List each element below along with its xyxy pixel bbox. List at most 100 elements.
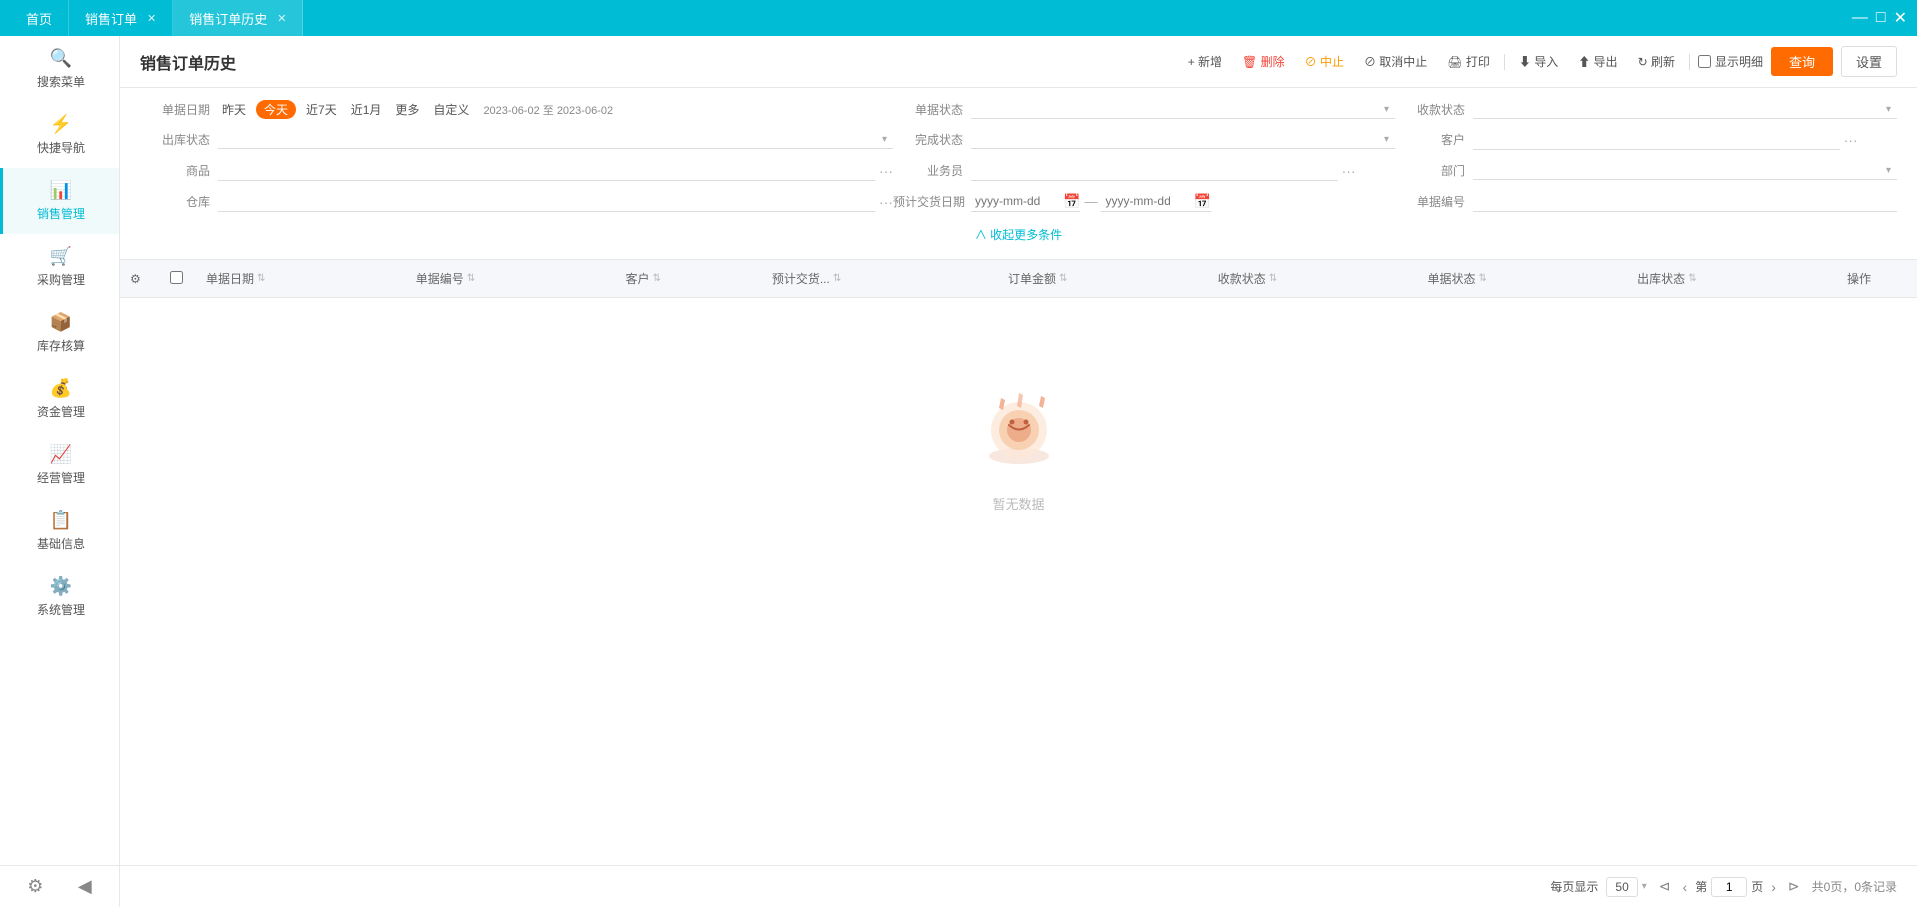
sidebar-item-purchase-mgmt[interactable]: 🛒 采购管理 — [0, 234, 119, 300]
th-date-label: 单据日期 — [206, 270, 254, 287]
purchase-mgmt-icon: 🛒 — [50, 246, 72, 267]
delivery-date-end-cal[interactable]: 📅 — [1193, 193, 1210, 210]
product-more-btn[interactable]: ··· — [879, 163, 893, 179]
th-number[interactable]: 单据编号⇅ — [406, 260, 616, 298]
salesperson-more-btn[interactable]: ··· — [1342, 163, 1356, 179]
th-amount[interactable]: 订单金额⇅ — [998, 260, 1208, 298]
next-page-btn[interactable]: › — [1767, 877, 1780, 897]
page-number-input[interactable] — [1711, 877, 1747, 897]
export-btn[interactable]: ⬆ 导出 — [1572, 51, 1623, 72]
select-all-checkbox[interactable] — [170, 271, 183, 284]
th-expected-delivery[interactable]: 预计交货...⇅ — [762, 260, 998, 298]
sidebar-item-search-menu[interactable]: 🔍 搜索菜单 — [0, 36, 119, 102]
toolbar: + 新增 🗑 删除 ⊘ 中止 ⊘ 取消中止 🖨 打印 ⬇ 导入 ⬆ 导出 ↻ 刷… — [1182, 46, 1897, 77]
date-tab-more[interactable]: 更多 — [391, 100, 423, 119]
delivery-date-start-cal[interactable]: 📅 — [1063, 193, 1080, 210]
sidebar-item-basic-info[interactable]: 📋 基础信息 — [0, 498, 119, 564]
new-btn[interactable]: + 新增 — [1182, 51, 1228, 72]
warehouse-label: 仓库 — [140, 193, 210, 210]
window-close-btn[interactable]: ✕ — [1894, 8, 1907, 28]
import-btn[interactable]: ⬇ 导入 — [1513, 51, 1564, 72]
warehouse-input[interactable] — [218, 191, 875, 212]
th-expected-delivery-sort: ⇅ — [833, 273, 841, 284]
filter-warehouse: 仓库 ··· — [140, 191, 893, 212]
tab-sales-order-history-close[interactable]: ✕ — [277, 12, 286, 25]
th-payment-status[interactable]: 收款状态⇅ — [1208, 260, 1418, 298]
th-shipment-status[interactable]: 出库状态⇅ — [1627, 260, 1837, 298]
warehouse-more-btn[interactable]: ··· — [879, 194, 893, 210]
inventory-icon: 📦 — [50, 312, 72, 333]
show-detail-checkbox[interactable]: 显示明细 — [1698, 53, 1763, 70]
th-date-sort: ⇅ — [257, 273, 265, 284]
show-detail-input[interactable] — [1698, 55, 1711, 68]
delivery-date-dash: — — [1084, 194, 1097, 209]
tab-sales-order[interactable]: 销售订单 ✕ — [69, 0, 173, 36]
payment-status-select[interactable]: ▾ — [1473, 101, 1897, 119]
collapse-bar[interactable]: ∧ 收起更多条件 — [140, 222, 1897, 247]
sidebar-item-quick-nav[interactable]: ⚡ 快捷导航 — [0, 102, 119, 168]
sidebar-item-sales-mgmt[interactable]: 📊 销售管理 — [0, 168, 119, 234]
completion-status-select[interactable]: ▾ — [971, 131, 1395, 149]
sidebar-item-operations[interactable]: 📈 经营管理 — [0, 432, 119, 498]
date-tab-7days[interactable]: 近7天 — [302, 100, 341, 119]
sidebar-collapse-btn[interactable]: ◀ — [78, 876, 92, 897]
th-checkbox[interactable] — [160, 260, 196, 298]
maximize-btn[interactable]: □ — [1876, 9, 1886, 27]
order-status-select[interactable]: ▾ — [971, 101, 1395, 119]
date-tab-today[interactable]: 今天 — [256, 100, 296, 119]
customer-more-btn[interactable]: ··· — [1844, 132, 1858, 148]
date-tab-yesterday[interactable]: 昨天 — [218, 100, 250, 119]
salesperson-input[interactable] — [971, 160, 1338, 181]
empty-state: 暂无数据 — [120, 298, 1917, 593]
divider2 — [1689, 54, 1690, 70]
delivery-date-start[interactable] — [971, 191, 1059, 211]
th-date[interactable]: 单据日期⇅ — [196, 260, 406, 298]
order-number-input[interactable] — [1473, 191, 1897, 212]
query-btn[interactable]: 查询 — [1771, 47, 1833, 76]
th-order-status[interactable]: 单据状态⇅ — [1417, 260, 1627, 298]
filter-delivery-date: 预计交货日期 📅 — 📅 — [893, 191, 1395, 212]
date-label: 单据日期 — [140, 101, 210, 118]
sidebar-item-inventory[interactable]: 📦 库存核算 — [0, 300, 119, 366]
page-title: 销售订单历史 — [140, 50, 236, 74]
minimize-btn[interactable]: — — [1852, 9, 1868, 27]
setting-btn[interactable]: 设置 — [1841, 46, 1897, 77]
department-select[interactable]: ▾ — [1473, 162, 1897, 180]
th-shipment-status-sort: ⇅ — [1688, 273, 1696, 284]
page-size-select[interactable]: 50 ▾ — [1606, 877, 1646, 897]
print-btn[interactable]: 🖨 打印 — [1441, 51, 1496, 72]
first-page-btn[interactable]: ⊲ — [1655, 876, 1675, 897]
show-detail-label: 显示明细 — [1715, 53, 1763, 70]
sidebar-item-finance[interactable]: 💰 资金管理 — [0, 366, 119, 432]
tab-sales-order-history[interactable]: 销售订单历史 ✕ — [173, 0, 303, 36]
th-settings[interactable]: ⚙ — [120, 260, 160, 298]
last-page-btn[interactable]: ⊳ — [1784, 876, 1804, 897]
sidebar-item-basic-info-label: 基础信息 — [37, 535, 85, 552]
search-menu-icon: 🔍 — [50, 48, 72, 69]
customer-input[interactable] — [1473, 129, 1840, 150]
tab-sales-order-close[interactable]: ✕ — [147, 12, 156, 25]
tab-sales-order-label: 销售订单 — [85, 9, 137, 28]
th-operations: 操作 — [1837, 260, 1917, 298]
date-tab-custom[interactable]: 自定义 — [429, 100, 473, 119]
filter-area: 单据日期 昨天 今天 近7天 近1月 更多 自定义 2023-06-02 至 2… — [120, 88, 1917, 260]
th-customer[interactable]: 客户⇅ — [615, 260, 761, 298]
filter-order-number: 单据编号 — [1395, 191, 1897, 212]
shipment-status-arrow: ▾ — [882, 134, 887, 145]
refresh-btn[interactable]: ↻ 刷新 — [1632, 51, 1681, 72]
shipment-status-select[interactable]: ▾ — [218, 131, 893, 149]
divider1 — [1504, 54, 1505, 70]
sidebar-item-system-mgmt[interactable]: ⚙️ 系统管理 — [0, 564, 119, 630]
filter-row-1: 单据日期 昨天 今天 近7天 近1月 更多 自定义 2023-06-02 至 2… — [140, 100, 1897, 119]
empty-illustration — [969, 378, 1069, 478]
tab-home[interactable]: 首页 — [10, 0, 69, 36]
product-input[interactable] — [218, 160, 875, 181]
sidebar-item-inventory-label: 库存核算 — [37, 337, 85, 354]
cancel-stop-btn[interactable]: ⊘ 取消中止 — [1358, 51, 1433, 72]
date-tab-1month[interactable]: 近1月 — [347, 100, 386, 119]
delivery-date-end[interactable] — [1101, 191, 1189, 211]
stop-btn[interactable]: ⊘ 中止 — [1299, 51, 1350, 72]
prev-page-btn[interactable]: ‹ — [1679, 877, 1692, 897]
sidebar-settings-btn[interactable]: ⚙ — [27, 876, 43, 897]
delete-btn[interactable]: 🗑 删除 — [1236, 51, 1291, 72]
